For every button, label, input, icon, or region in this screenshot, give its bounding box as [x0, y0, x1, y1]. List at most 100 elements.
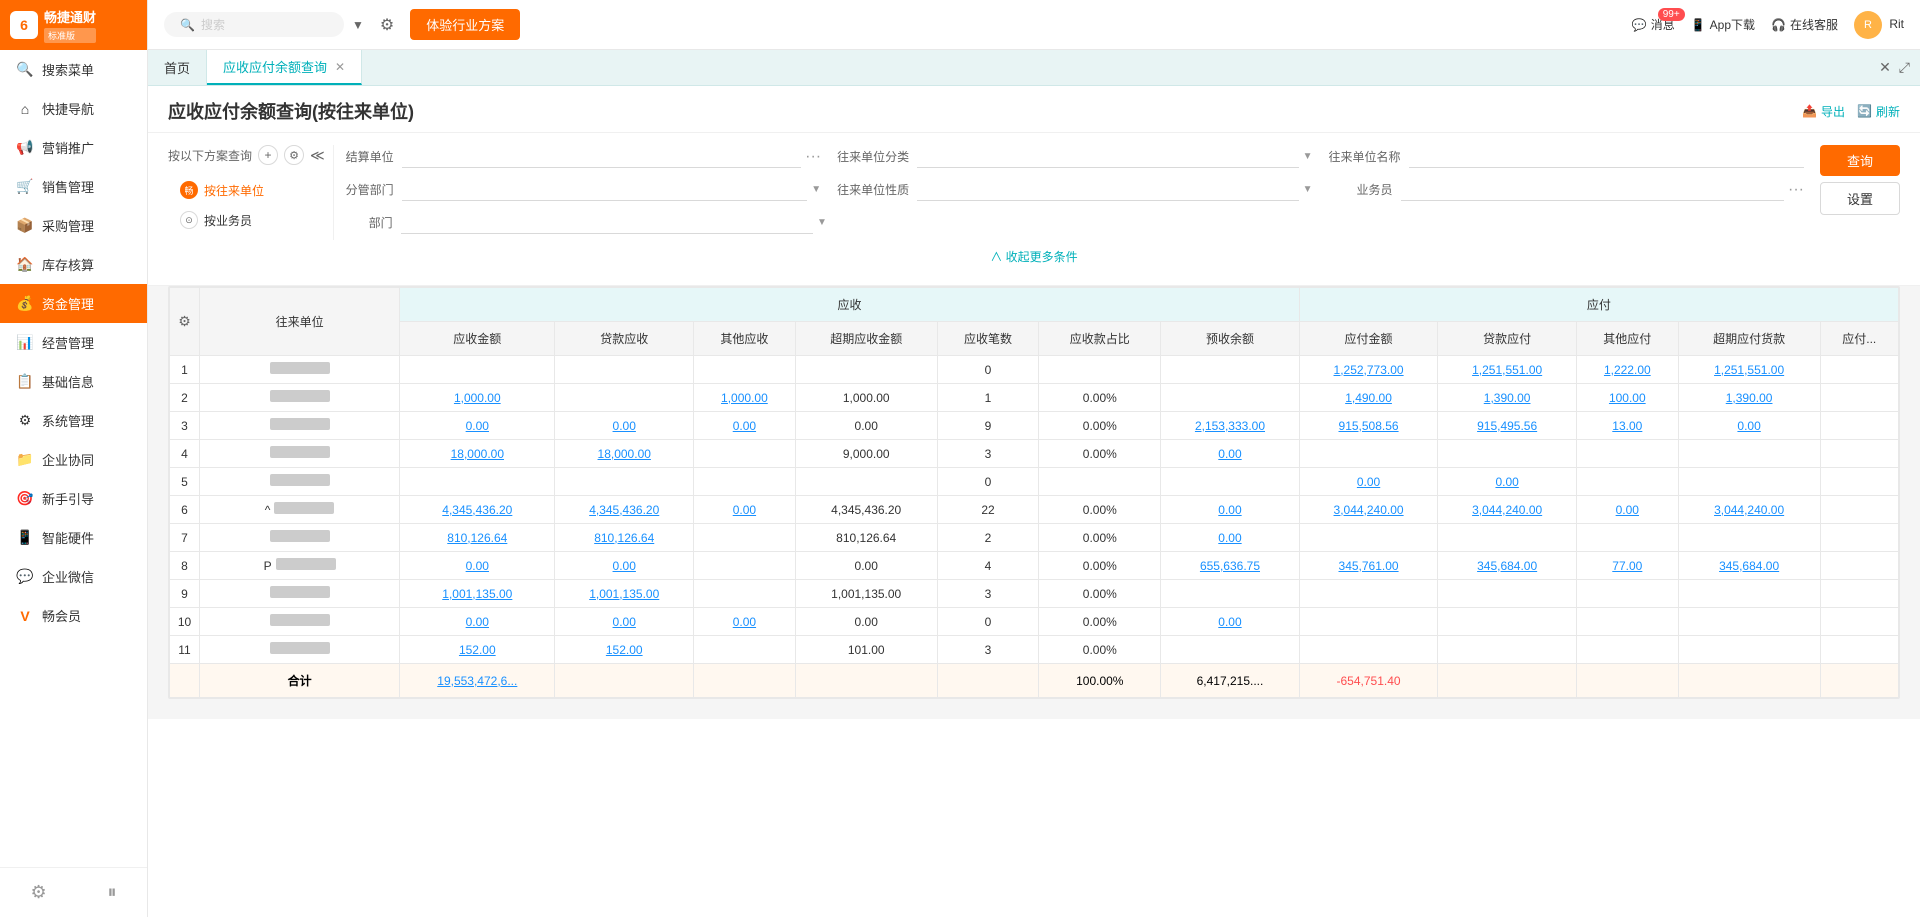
- loan-ar-cell[interactable]: 0.00: [555, 552, 694, 580]
- prepay-cell[interactable]: 2,153,333.00: [1161, 412, 1300, 440]
- prepay-cell[interactable]: 0.00: [1161, 496, 1300, 524]
- ar-amount-cell[interactable]: 810,126.64: [400, 524, 555, 552]
- prepay-cell[interactable]: 0.00: [1161, 524, 1300, 552]
- overdue-ap-cell[interactable]: 1,390.00: [1678, 384, 1820, 412]
- query-button[interactable]: 查询: [1820, 145, 1900, 176]
- other-ap-cell[interactable]: 13.00: [1576, 412, 1678, 440]
- dept-arrow[interactable]: ▼: [811, 184, 821, 195]
- other-ar-cell[interactable]: 0.00: [694, 412, 796, 440]
- sidebar-item-capital[interactable]: 💰 资金管理: [0, 284, 147, 323]
- settlement-unit-input[interactable]: [402, 145, 801, 168]
- other-ap-cell[interactable]: 77.00: [1576, 552, 1678, 580]
- sidebar-item-system[interactable]: ⚙ 系统管理: [0, 401, 147, 440]
- online-service-button[interactable]: 🎧 在线客服: [1771, 16, 1838, 33]
- ap-amount-cell[interactable]: 1,252,773.00: [1299, 356, 1438, 384]
- sidebar-item-member[interactable]: V 畅会员: [0, 596, 147, 635]
- ar-amount-cell[interactable]: 0.00: [400, 608, 555, 636]
- unit-nature-input[interactable]: [917, 178, 1299, 201]
- nav-by-staff[interactable]: ⊙ 按业务员: [168, 205, 325, 235]
- branch-dept-arrow[interactable]: ▼: [817, 217, 827, 228]
- salesperson-dots[interactable]: ···: [1788, 181, 1804, 199]
- sidebar-item-purchase[interactable]: 📦 采购管理: [0, 206, 147, 245]
- loan-ar-cell[interactable]: 152.00: [555, 636, 694, 664]
- loan-ap-cell[interactable]: 1,251,551.00: [1438, 356, 1577, 384]
- loan-ar-cell[interactable]: 18,000.00: [555, 440, 694, 468]
- overdue-ap-cell[interactable]: 0.00: [1678, 412, 1820, 440]
- ap-amount-cell[interactable]: 345,761.00: [1299, 552, 1438, 580]
- ar-amount-cell[interactable]: 152.00: [400, 636, 555, 664]
- overdue-ap-cell[interactable]: 1,251,551.00: [1678, 356, 1820, 384]
- unit-nature-arrow[interactable]: ▼: [1303, 184, 1313, 195]
- ar-amount-cell[interactable]: 18,000.00: [400, 440, 555, 468]
- collapse-more-button[interactable]: ∧ 收起更多条件: [168, 240, 1900, 273]
- loan-ap-cell[interactable]: 1,390.00: [1438, 384, 1577, 412]
- sidebar-item-search-menu[interactable]: 🔍 搜索菜单: [0, 50, 147, 89]
- export-button[interactable]: 📤 导出: [1802, 103, 1845, 120]
- other-ar-cell[interactable]: 1,000.00: [694, 384, 796, 412]
- sidebar-item-cooperation[interactable]: 📁 企业协同: [0, 440, 147, 479]
- other-ap-cell[interactable]: 0.00: [1576, 496, 1678, 524]
- tab-ar-ap[interactable]: 应收应付余额查询 ✕: [207, 50, 362, 85]
- overdue-ap-cell[interactable]: 3,044,240.00: [1678, 496, 1820, 524]
- sidebar-item-sales[interactable]: 🛒 销售管理: [0, 167, 147, 206]
- loan-ap-cell[interactable]: 345,684.00: [1438, 552, 1577, 580]
- loan-ar-cell[interactable]: 810,126.64: [555, 524, 694, 552]
- scheme-setting-icon[interactable]: ⚙: [284, 145, 304, 165]
- header-gear-icon[interactable]: ⚙: [380, 15, 394, 35]
- other-ap-cell[interactable]: 100.00: [1576, 384, 1678, 412]
- branch-dept-input[interactable]: [401, 211, 813, 234]
- refresh-button[interactable]: 🔄 刷新: [1857, 103, 1900, 120]
- sidebar-item-quick-nav[interactable]: ⌂ 快捷导航: [0, 89, 147, 128]
- unit-category-arrow[interactable]: ▼: [1303, 151, 1313, 162]
- tab-maximize-icon[interactable]: ⤢: [1899, 59, 1910, 76]
- loan-ap-cell[interactable]: 3,044,240.00: [1438, 496, 1577, 524]
- other-ar-cell[interactable]: 0.00: [694, 608, 796, 636]
- unit-category-input[interactable]: [917, 145, 1299, 168]
- ar-amount-cell[interactable]: 1,000.00: [400, 384, 555, 412]
- settlement-unit-dots[interactable]: ···: [805, 148, 821, 166]
- app-download-button[interactable]: 📱 App下载: [1691, 16, 1755, 33]
- header-dropdown-icon[interactable]: ▼: [352, 18, 364, 32]
- overdue-ap-cell[interactable]: 345,684.00: [1678, 552, 1820, 580]
- add-scheme-button[interactable]: +: [258, 145, 278, 165]
- prepay-cell[interactable]: 655,636.75: [1161, 552, 1300, 580]
- setting-button[interactable]: 设置: [1820, 182, 1900, 215]
- sidebar-item-wechat[interactable]: 💬 企业微信: [0, 557, 147, 596]
- loan-ar-cell[interactable]: 1,001,135.00: [555, 580, 694, 608]
- table-scroll[interactable]: ⚙ 往来单位 应收 应付 应收金额 贷款应收: [169, 287, 1899, 698]
- ar-amount-cell[interactable]: 1,001,135.00: [400, 580, 555, 608]
- sidebar-item-smart[interactable]: 📱 智能硬件: [0, 518, 147, 557]
- loan-ap-cell[interactable]: 0.00: [1438, 468, 1577, 496]
- prepay-cell[interactable]: 0.00: [1161, 608, 1300, 636]
- dept-input[interactable]: [402, 178, 808, 201]
- sidebar-item-basic[interactable]: 📋 基础信息: [0, 362, 147, 401]
- other-ap-cell[interactable]: 1,222.00: [1576, 356, 1678, 384]
- table-settings-icon[interactable]: ⚙: [178, 313, 191, 329]
- loan-ar-cell[interactable]: 4,345,436.20: [555, 496, 694, 524]
- message-button[interactable]: 💬 消息 99+: [1632, 16, 1675, 33]
- sidebar-item-inventory[interactable]: 🏠 库存核算: [0, 245, 147, 284]
- tab-close-window-icon[interactable]: ✕: [1879, 59, 1891, 76]
- search-bar[interactable]: 🔍 搜索: [164, 12, 344, 37]
- scheme-collapse-icon[interactable]: ≪: [310, 147, 325, 164]
- salesperson-input[interactable]: [1401, 178, 1784, 201]
- solution-button[interactable]: 体验行业方案: [410, 9, 520, 40]
- prepay-cell[interactable]: 0.00: [1161, 440, 1300, 468]
- tab-close-icon[interactable]: ✕: [335, 60, 345, 74]
- loan-ap-cell[interactable]: 915,495.56: [1438, 412, 1577, 440]
- ar-amount-cell[interactable]: 4,345,436.20: [400, 496, 555, 524]
- other-ar-cell[interactable]: 0.00: [694, 496, 796, 524]
- sidebar-settings-icon[interactable]: ⚙: [26, 878, 50, 907]
- ap-amount-cell[interactable]: 1,490.00: [1299, 384, 1438, 412]
- tab-home[interactable]: 首页: [148, 50, 207, 85]
- user-info[interactable]: R Rit: [1854, 11, 1904, 39]
- loan-ar-cell[interactable]: 0.00: [555, 412, 694, 440]
- ap-amount-cell[interactable]: 3,044,240.00: [1299, 496, 1438, 524]
- nav-by-unit[interactable]: 畅 按往来单位: [168, 175, 325, 205]
- ap-amount-cell[interactable]: 0.00: [1299, 468, 1438, 496]
- sidebar-item-guide[interactable]: 🎯 新手引导: [0, 479, 147, 518]
- sidebar-item-marketing[interactable]: 📢 营销推广: [0, 128, 147, 167]
- ar-amount-cell[interactable]: 0.00: [400, 552, 555, 580]
- loan-ar-cell[interactable]: 0.00: [555, 608, 694, 636]
- unit-name-input[interactable]: [1409, 145, 1804, 168]
